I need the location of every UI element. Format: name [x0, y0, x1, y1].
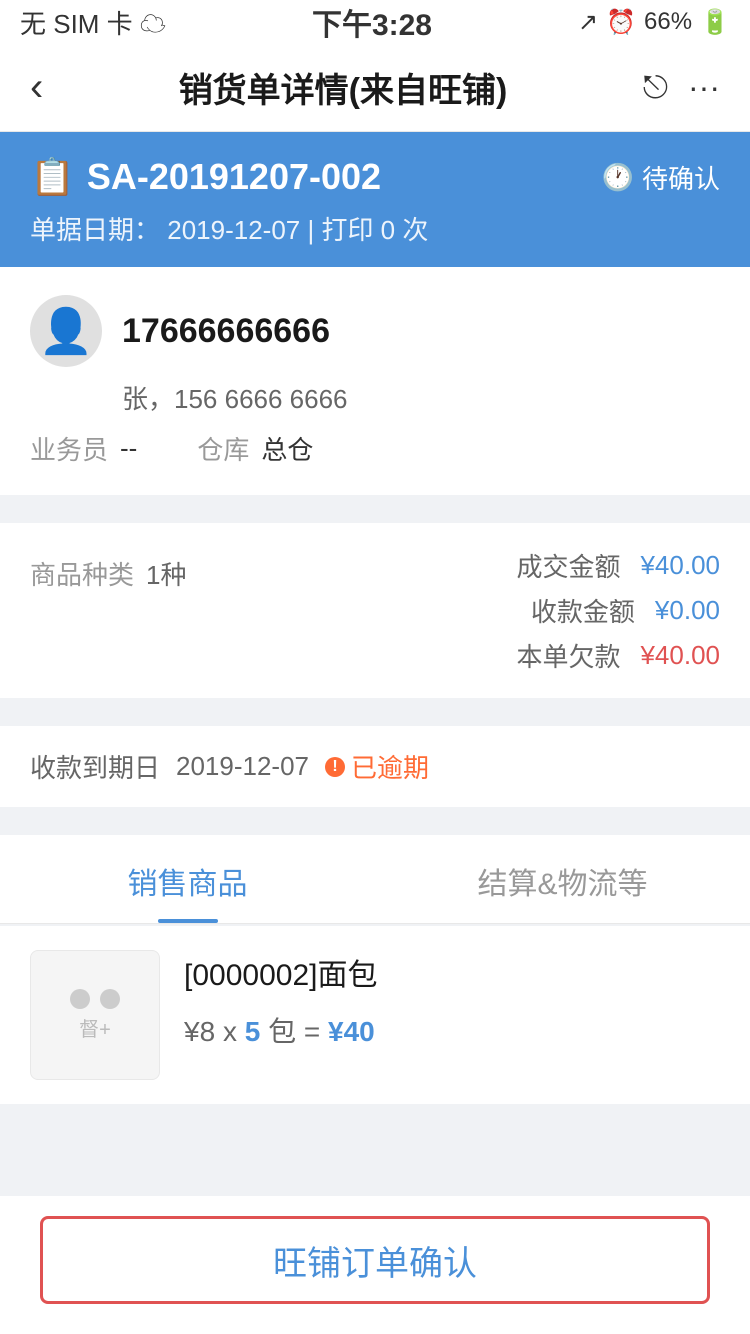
due-date-value: 2019-12-07: [176, 751, 309, 782]
transaction-label: 成交金额: [516, 547, 620, 584]
overdue-text: 已逾期: [351, 748, 429, 785]
nav-bar: ‹ 销货单详情(来自旺铺) ⎋ ···: [0, 44, 750, 132]
product-image: 督+: [30, 950, 160, 1080]
alarm-icon: ⏰: [606, 8, 636, 37]
nav-right: ⎋ ···: [643, 69, 720, 107]
price-value: ¥8: [184, 1016, 215, 1047]
divider-1: [0, 507, 750, 523]
product-type-value: 1种: [146, 555, 186, 592]
order-id-text: SA-20191207-002: [87, 156, 381, 198]
order-icon: 📋: [30, 156, 75, 198]
status-bar: 无 SIM 卡 ☁ 下午3:28 ↗ ⏰ 66% 🔋: [0, 0, 750, 44]
transaction-amount: ¥40.00: [640, 550, 720, 581]
total-price: ¥40: [328, 1016, 375, 1047]
product-item: 督+ [0000002]面包 ¥8 x 5 包 = ¥40: [30, 950, 720, 1080]
sales-value: --: [120, 433, 137, 464]
tab-settlement-label: 结算&物流等: [477, 868, 647, 901]
print-info: | 打印 0 次: [307, 215, 428, 245]
unit-value: 包: [268, 1016, 296, 1047]
due-date-label: 收款到期日: [30, 748, 160, 785]
owl-text: 督+: [79, 1013, 111, 1042]
customer-name: 张，156 6666 6666: [30, 379, 720, 416]
quantity-value: 5: [245, 1016, 261, 1047]
receipt-amount: ¥0.00: [655, 595, 720, 626]
customer-meta: 业务员 -- 仓库 总仓: [30, 430, 720, 467]
order-status-badge: 🕐 待确认: [602, 159, 720, 196]
summary-section: 商品种类 1种 成交金额 ¥40.00 收款金额 ¥0.00 本单欠款 ¥40.…: [0, 523, 750, 698]
status-right: ↗ ⏰ 66% 🔋: [578, 8, 730, 37]
more-icon[interactable]: ···: [688, 69, 720, 106]
order-header: 📋 SA-20191207-002 🕐 待确认 单据日期： 2019-12-07…: [0, 132, 750, 267]
divider-3: [0, 819, 750, 835]
battery-label: 66%: [644, 8, 692, 36]
avatar: 👤: [30, 295, 102, 367]
product-type-row: 商品种类 1种: [30, 555, 186, 592]
tab-products[interactable]: 销售商品: [0, 835, 375, 923]
sim-status: 无 SIM 卡 ☁: [20, 4, 166, 41]
price-separator: x: [223, 1016, 245, 1047]
receipt-row: 收款金额 ¥0.00: [531, 592, 720, 629]
owl-eyes: [70, 989, 120, 1009]
tab-products-label: 销售商品: [128, 868, 248, 901]
nav-left: ‹: [30, 65, 43, 110]
clock-icon: 🕐: [602, 162, 634, 193]
tab-settlement[interactable]: 结算&物流等: [375, 835, 750, 923]
tabs-row: 销售商品 结算&物流等: [0, 835, 750, 924]
tabs-section: 销售商品 结算&物流等: [0, 835, 750, 924]
page-title: 销货单详情(来自旺铺): [179, 63, 508, 112]
summary-left: 商品种类 1种: [30, 547, 186, 592]
warehouse-label: 仓库: [197, 430, 249, 467]
balance-amount: ¥40.00: [640, 640, 720, 671]
product-logo: 督+: [70, 989, 120, 1042]
order-date-row: 单据日期： 2019-12-07 | 打印 0 次: [30, 210, 720, 247]
due-section: 收款到期日 2019-12-07 ! 已逾期: [0, 726, 750, 807]
overdue-badge: ! 已逾期: [325, 748, 429, 785]
sales-label: 业务员: [30, 430, 108, 467]
customer-section: 👤 17666666666 张，156 6666 6666 业务员 -- 仓库 …: [0, 267, 750, 495]
status-left: 无 SIM 卡 ☁: [20, 4, 166, 41]
equals-sign: =: [304, 1016, 328, 1047]
battery-icon: 🔋: [700, 8, 730, 37]
date-label: 单据日期：: [30, 215, 160, 245]
location-icon: ↗: [578, 8, 598, 37]
transaction-row: 成交金额 ¥40.00: [516, 547, 720, 584]
sales-item: 业务员 --: [30, 430, 137, 467]
order-date-value: 2019-12-07: [167, 215, 300, 245]
product-info: [0000002]面包 ¥8 x 5 包 = ¥40: [184, 950, 720, 1050]
confirm-order-button[interactable]: 旺铺订单确认: [40, 1216, 710, 1304]
product-name: [0000002]面包: [184, 950, 720, 994]
balance-label: 本单欠款: [516, 637, 620, 674]
back-button[interactable]: ‹: [30, 65, 43, 110]
order-id-row: 📋 SA-20191207-002 🕐 待确认: [30, 156, 720, 198]
overdue-icon: !: [325, 757, 345, 777]
bottom-bar: 旺铺订单确认: [0, 1196, 750, 1334]
product-section: 督+ [0000002]面包 ¥8 x 5 包 = ¥40: [0, 926, 750, 1104]
avatar-icon: 👤: [39, 305, 94, 357]
product-price-row: ¥8 x 5 包 = ¥40: [184, 1010, 720, 1050]
order-id: 📋 SA-20191207-002: [30, 156, 381, 198]
owl-eye-right: [100, 989, 120, 1009]
receipt-label: 收款金额: [531, 592, 635, 629]
share-icon[interactable]: ⎋: [643, 69, 668, 107]
balance-row: 本单欠款 ¥40.00: [516, 637, 720, 674]
owl-eye-left: [70, 989, 90, 1009]
summary-right: 成交金额 ¥40.00 收款金额 ¥0.00 本单欠款 ¥40.00: [516, 547, 720, 674]
warehouse-value: 总仓: [261, 430, 313, 467]
warehouse-item: 仓库 总仓: [197, 430, 313, 467]
customer-phone: 17666666666: [122, 312, 330, 351]
divider-2: [0, 710, 750, 726]
status-time: 下午3:28: [312, 0, 432, 44]
customer-row: 👤 17666666666: [30, 295, 720, 367]
product-type-label: 商品种类: [30, 555, 134, 592]
order-status-text: 待确认: [642, 159, 720, 196]
